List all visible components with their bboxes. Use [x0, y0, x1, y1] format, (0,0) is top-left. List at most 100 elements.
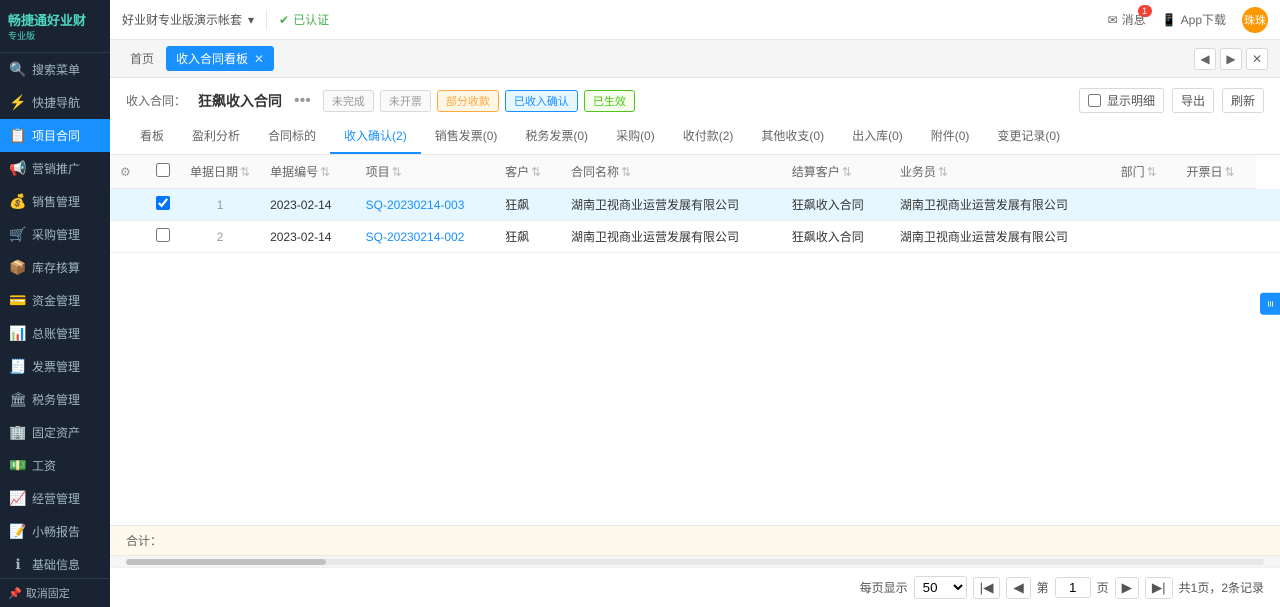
row-project: 狂飙 [495, 189, 561, 221]
sidebar-item-资金管理[interactable]: 💳资金管理 [0, 284, 110, 317]
show-detail-checkbox[interactable] [1088, 94, 1101, 107]
sidebar-item-项目合同[interactable]: 📋项目合同 [0, 119, 110, 152]
subtab-销售发票[interactable]: 销售发票(0) [421, 119, 512, 154]
total-label: 合计： [126, 534, 162, 548]
more-button[interactable]: ••• [294, 92, 311, 110]
sidebar-item-基础信息[interactable]: ℹ基础信息 [0, 548, 110, 578]
row-num: 2 [180, 221, 260, 253]
app-download-label: App下载 [1181, 11, 1226, 28]
header-btn-导出[interactable]: 导出 [1172, 88, 1214, 113]
last-page-button[interactable]: ▶| [1145, 577, 1173, 599]
company-selector[interactable]: 好业财专业版演示帐套 ▾ [122, 11, 254, 28]
first-page-button[interactable]: |◀ [973, 577, 1001, 599]
status-tag-未开票[interactable]: 未开票 [380, 90, 431, 112]
subtab-附件[interactable]: 附件(0) [917, 119, 984, 154]
subtab-收入确认[interactable]: 收入确认(2) [330, 119, 421, 154]
sort-icon: ⇅ [240, 165, 250, 179]
col-客户[interactable]: 客户⇅ [495, 155, 561, 189]
table-row[interactable]: 1 2023-02-14 SQ-20230214-003 狂飙 湖南卫视商业运营… [110, 189, 1280, 221]
sidebar-icon: 🧾 [10, 359, 26, 375]
sidebar-item-总账管理[interactable]: 📊总账管理 [0, 317, 110, 350]
row-number[interactable]: SQ-20230214-003 [356, 189, 495, 221]
sidebar-item-税务管理[interactable]: 🏛税务管理 [0, 383, 110, 416]
app-sub: 专业版 [8, 29, 102, 42]
row-customer: 湖南卫视商业运营发展有限公司 [561, 221, 782, 253]
subtab-其他收支[interactable]: 其他收支(0) [747, 119, 838, 154]
subtab-看板[interactable]: 看板 [126, 119, 178, 154]
subtab-变更记录[interactable]: 变更记录(0) [983, 119, 1074, 154]
tab-home[interactable]: 首页 [122, 46, 162, 71]
row-check[interactable] [146, 221, 180, 253]
data-table: ⚙ 单据日期⇅单据编号⇅项目⇅客户⇅合同名称⇅结算客户⇅业务员⇅部门⇅开票日⇅ 1… [110, 155, 1280, 253]
contract-header: 收入合同： 狂飙收入合同 ••• 未完成未开票部分收款已收入确认已生效 显示明细… [110, 78, 1280, 119]
sidebar-item-工资[interactable]: 💵工资 [0, 449, 110, 482]
tab-contract-board[interactable]: 收入合同看板 ✕ [166, 46, 274, 71]
settings-icon[interactable]: ⚙ [120, 165, 131, 179]
row-num: 1 [180, 189, 260, 221]
sidebar-item-快捷导航[interactable]: ⚡快捷导航 [0, 86, 110, 119]
tab-label: 收入合同看板 [176, 50, 248, 67]
subtab-出入库[interactable]: 出入库(0) [838, 119, 917, 154]
subtab-合同标的[interactable]: 合同标的 [254, 119, 330, 154]
sidebar-item-经营管理[interactable]: 📈经营管理 [0, 482, 110, 515]
tab-close-icon[interactable]: ✕ [254, 52, 264, 66]
sidebar-item-发票管理[interactable]: 🧾发票管理 [0, 350, 110, 383]
subtab-盈利分析[interactable]: 盈利分析 [178, 119, 254, 154]
sidebar-item-搜索菜单[interactable]: 🔍搜索菜单 [0, 53, 110, 86]
app-download-button[interactable]: 📱 App下载 [1162, 11, 1226, 28]
nav-forward-button[interactable]: ▶ [1220, 48, 1242, 70]
sidebar-item-销售管理[interactable]: 💰销售管理 [0, 185, 110, 218]
col-结算客户[interactable]: 结算客户⇅ [782, 155, 890, 189]
sidebar-item-采购管理[interactable]: 🛒采购管理 [0, 218, 110, 251]
col-部门[interactable]: 部门⇅ [1111, 155, 1177, 189]
subtab-税务发票[interactable]: 税务发票(0) [511, 119, 602, 154]
sidebar-label: 基础信息 [32, 556, 80, 573]
sidebar-item-营销推广[interactable]: 📢营销推广 [0, 152, 110, 185]
status-tag-已收入确认[interactable]: 已收入确认 [505, 90, 578, 112]
user-avatar[interactable]: 珠珠 [1242, 7, 1268, 33]
col-单据日期[interactable]: 单据日期⇅ [180, 155, 260, 189]
sort-icon: ⇅ [392, 165, 402, 179]
side-action-button[interactable]: ≡ [1260, 292, 1280, 314]
col-项目[interactable]: 项目⇅ [356, 155, 495, 189]
row-department [1177, 189, 1257, 221]
col-业务员[interactable]: 业务员⇅ [890, 155, 1111, 189]
nav-back-button[interactable]: ◀ [1194, 48, 1216, 70]
row-date: 2023-02-14 [260, 221, 356, 253]
row-department [1177, 221, 1257, 253]
header-btn-刷新[interactable]: 刷新 [1222, 88, 1264, 113]
sort-icon: ⇅ [842, 165, 852, 179]
row-check[interactable] [146, 189, 180, 221]
status-tag-已生效[interactable]: 已生效 [584, 90, 635, 112]
sidebar-label: 营销推广 [32, 160, 80, 177]
unpin-button[interactable]: 📌 取消固定 [0, 578, 110, 607]
status-tag-未完成[interactable]: 未完成 [323, 90, 374, 112]
sidebar-item-小畅报告[interactable]: 📝小畅报告 [0, 515, 110, 548]
sidebar-item-固定资产[interactable]: 🏢固定资产 [0, 416, 110, 449]
sort-icon: ⇅ [621, 165, 631, 179]
table-row[interactable]: 2 2023-02-14 SQ-20230214-002 狂飙 湖南卫视商业运营… [110, 221, 1280, 253]
col-单据编号[interactable]: 单据编号⇅ [260, 155, 356, 189]
header-btn-显示明细[interactable]: 显示明细 [1079, 88, 1164, 113]
table-body: 1 2023-02-14 SQ-20230214-003 狂飙 湖南卫视商业运营… [110, 189, 1280, 253]
nav-close-button[interactable]: ✕ [1246, 48, 1268, 70]
sidebar: 畅捷通好业财 专业版 🔍搜索菜单⚡快捷导航📋项目合同📢营销推广💰销售管理🛒采购管… [0, 0, 110, 607]
status-tag-部分收款[interactable]: 部分收款 [437, 90, 499, 112]
subtab-收付款[interactable]: 收付款(2) [669, 119, 748, 154]
prev-page-button[interactable]: ◀ [1006, 577, 1030, 599]
sidebar-item-库存核算[interactable]: 📦库存核算 [0, 251, 110, 284]
message-button[interactable]: ✉ 1 消息 [1108, 11, 1146, 28]
sidebar-nav-list: 🔍搜索菜单⚡快捷导航📋项目合同📢营销推广💰销售管理🛒采购管理📦库存核算💳资金管理… [0, 53, 110, 578]
per-page-select[interactable]: 50 100 200 [914, 576, 967, 599]
row-number[interactable]: SQ-20230214-002 [356, 221, 495, 253]
next-page-button[interactable]: ▶ [1115, 577, 1139, 599]
col-check [146, 155, 180, 189]
col-开票日[interactable]: 开票日⇅ [1177, 155, 1257, 189]
subtab-采购[interactable]: 采购(0) [602, 119, 669, 154]
topbar-divider [266, 10, 267, 30]
col-合同名称[interactable]: 合同名称⇅ [561, 155, 782, 189]
sidebar-icon: ⚡ [10, 95, 26, 111]
scrollbar-thumb[interactable] [126, 559, 326, 565]
page-input[interactable] [1055, 577, 1091, 598]
select-all-checkbox[interactable] [156, 163, 170, 177]
